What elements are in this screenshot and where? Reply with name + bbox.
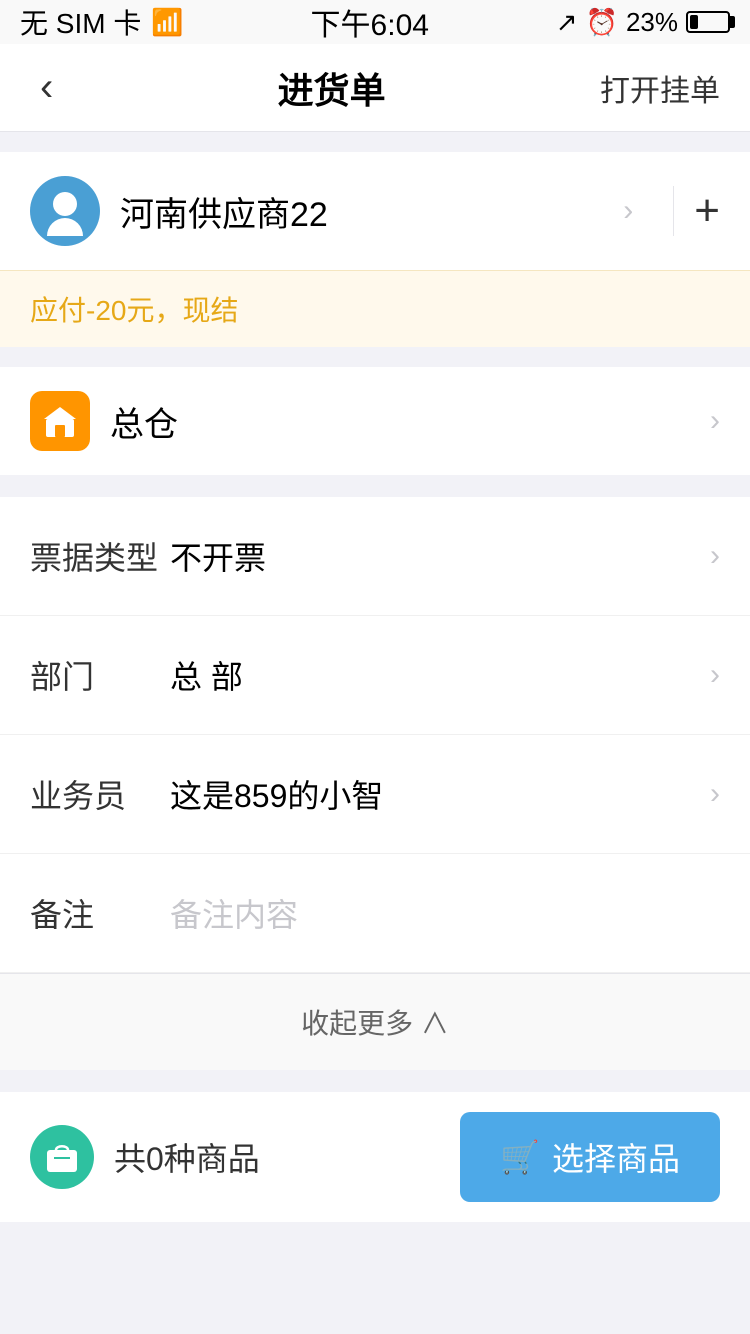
warehouse-name: 总仓 bbox=[110, 397, 710, 446]
collapse-bar[interactable]: 收起更多 ∧ bbox=[0, 973, 750, 1070]
battery-text: 23% bbox=[626, 7, 678, 38]
salesperson-row[interactable]: 业务员 这是859的小智 › bbox=[0, 735, 750, 854]
supplier-name: 河南供应商22 bbox=[120, 187, 623, 236]
warehouse-chevron-icon: › bbox=[710, 404, 720, 438]
product-bag-icon bbox=[43, 1138, 81, 1176]
notice-bar: 应付-20元，现结 bbox=[0, 270, 750, 347]
collapse-label: 收起更多 ∧ bbox=[301, 1008, 449, 1039]
divider-1 bbox=[0, 132, 750, 152]
dept-row[interactable]: 部门 总 部 › bbox=[0, 616, 750, 735]
supplier-avatar bbox=[30, 176, 100, 246]
select-icon: 🛒 bbox=[500, 1138, 540, 1176]
warehouse-section: 总仓 › bbox=[0, 367, 750, 475]
product-count: 共0种商品 bbox=[114, 1134, 460, 1180]
divider-2 bbox=[0, 347, 750, 367]
product-icon-wrap bbox=[30, 1125, 94, 1189]
supplier-row[interactable]: 河南供应商22 › + bbox=[0, 152, 750, 270]
sales-chevron-icon: › bbox=[710, 777, 720, 811]
carrier-text: 无 SIM 卡 bbox=[20, 2, 141, 42]
invoice-label: 票据类型 bbox=[30, 533, 160, 579]
wifi-icon: 📶 bbox=[151, 7, 183, 38]
divider-3 bbox=[0, 475, 750, 495]
open-pending-button[interactable]: 打开挂单 bbox=[600, 66, 720, 110]
warehouse-row[interactable]: 总仓 › bbox=[0, 367, 750, 475]
alarm-icon: ⏰ bbox=[586, 7, 618, 38]
status-bar: 无 SIM 卡 📶 下午6:04 ↗ ⏰ 23% bbox=[0, 0, 750, 44]
nav-bar: ‹ 进货单 打开挂单 bbox=[0, 44, 750, 132]
supplier-chevron-icon: › bbox=[623, 194, 633, 228]
dept-label: 部门 bbox=[30, 652, 160, 698]
supplier-section: 河南供应商22 › + 应付-20元，现结 bbox=[0, 152, 750, 347]
avatar-person-icon bbox=[46, 192, 84, 230]
page-title: 进货单 bbox=[278, 62, 386, 114]
divider-4 bbox=[0, 1070, 750, 1090]
remark-row[interactable]: 备注 备注内容 bbox=[0, 854, 750, 973]
status-time: 下午6:04 bbox=[311, 0, 429, 44]
warehouse-svg-icon bbox=[42, 403, 78, 439]
back-button[interactable]: ‹ bbox=[30, 55, 63, 120]
status-right: ↗ ⏰ 23% bbox=[556, 7, 730, 38]
select-btn-label: 选择商品 bbox=[552, 1134, 680, 1180]
warehouse-icon bbox=[30, 391, 90, 451]
remark-label: 备注 bbox=[30, 890, 160, 936]
invoice-type-row[interactable]: 票据类型 不开票 › bbox=[0, 497, 750, 616]
supplier-divider bbox=[673, 186, 674, 236]
battery-icon bbox=[686, 11, 730, 33]
product-bar: 共0种商品 🛒 选择商品 bbox=[0, 1092, 750, 1222]
sales-label: 业务员 bbox=[30, 771, 160, 817]
select-product-button[interactable]: 🛒 选择商品 bbox=[460, 1112, 720, 1202]
location-icon: ↗ bbox=[556, 7, 578, 38]
supplier-add-button[interactable]: + bbox=[694, 186, 720, 236]
status-left: 无 SIM 卡 📶 bbox=[20, 2, 184, 42]
dept-value: 总 部 bbox=[170, 652, 710, 698]
remark-value[interactable]: 备注内容 bbox=[170, 890, 720, 936]
form-section: 票据类型 不开票 › 部门 总 部 › 业务员 这是859的小智 › 备注 备注… bbox=[0, 497, 750, 1070]
dept-chevron-icon: › bbox=[710, 658, 720, 692]
sales-value: 这是859的小智 bbox=[170, 771, 710, 817]
invoice-value: 不开票 bbox=[170, 533, 710, 579]
invoice-chevron-icon: › bbox=[710, 539, 720, 573]
notice-text: 应付-20元，现结 bbox=[30, 295, 238, 326]
